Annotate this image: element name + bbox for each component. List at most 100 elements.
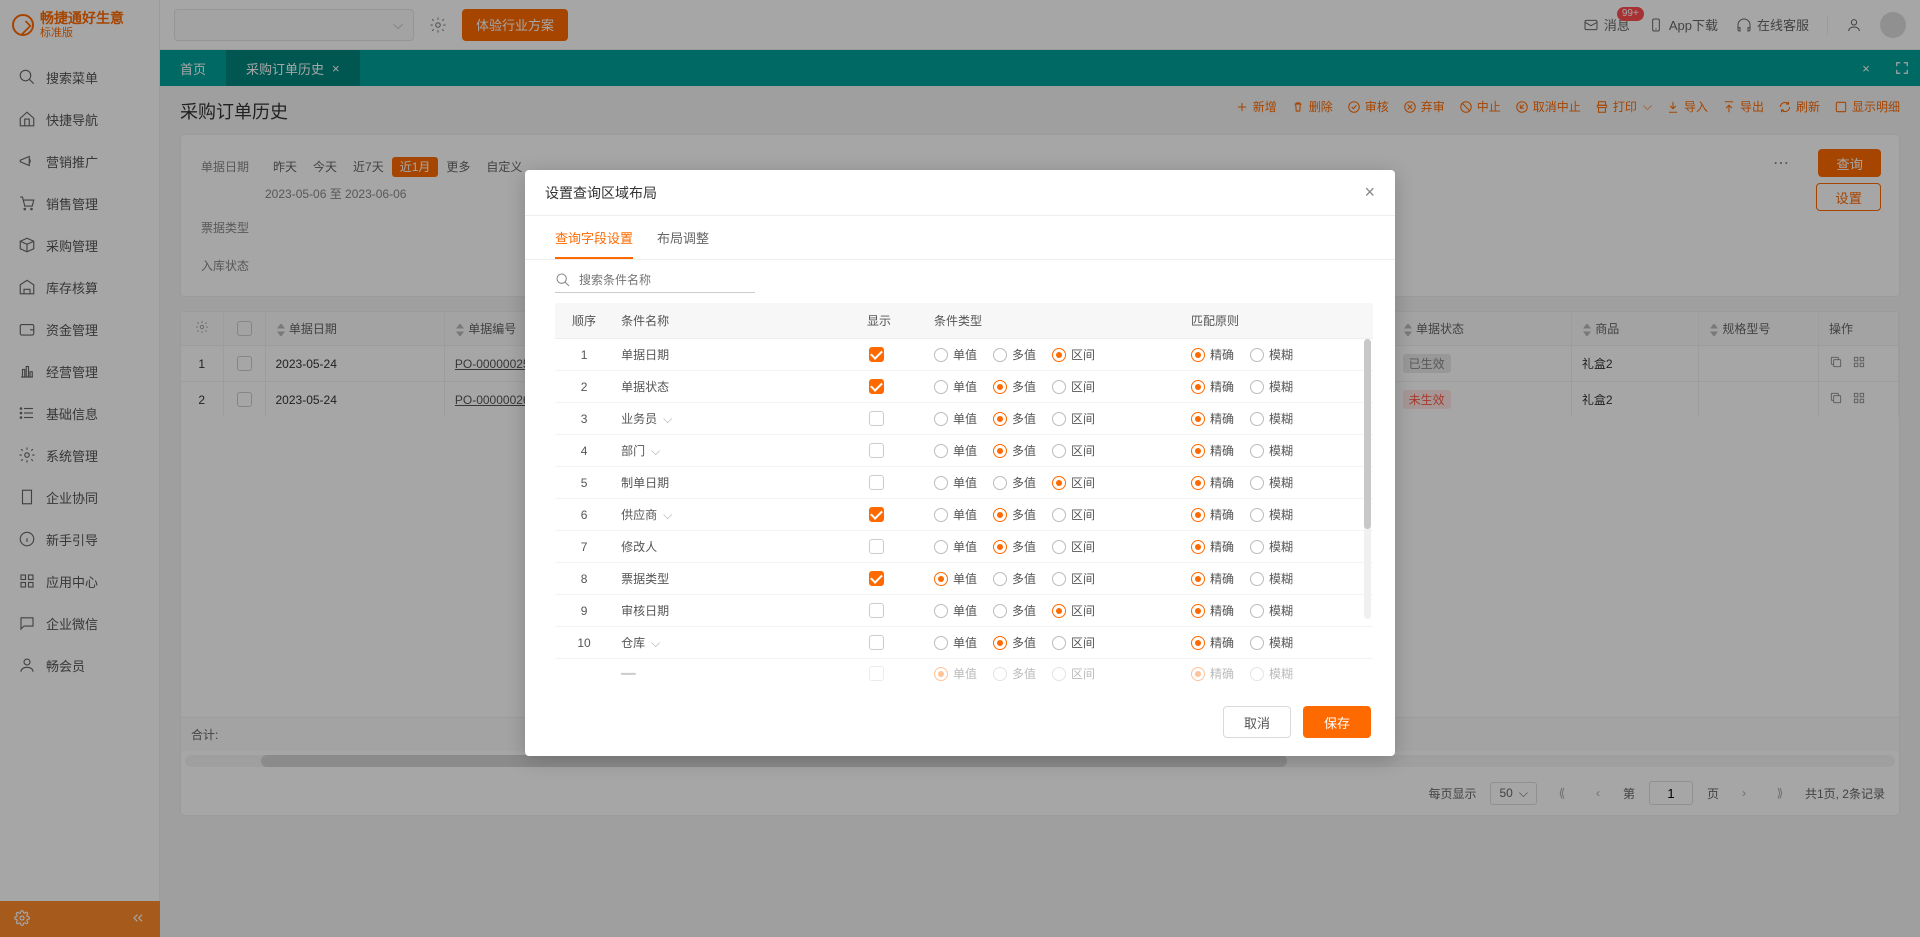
cell-show[interactable] <box>859 531 926 563</box>
radio-exact[interactable]: 精确 <box>1191 602 1234 619</box>
cell-name: 票据类型 <box>613 563 859 595</box>
field-row: 4 部门⌵ 单值多值区间 精确模糊 <box>555 435 1373 467</box>
radio-exact[interactable]: 精确 <box>1191 378 1234 395</box>
radio-fuzzy[interactable]: 模糊 <box>1250 602 1293 619</box>
cell-name: 单据状态 <box>613 371 859 403</box>
radio-fuzzy[interactable]: 模糊 <box>1250 506 1293 523</box>
radio-multi[interactable]: 多值 <box>993 634 1036 651</box>
radio-multi[interactable]: 多值 <box>993 538 1036 555</box>
cell-match: 精确模糊 <box>1183 435 1373 467</box>
radio-single[interactable]: 单值 <box>934 602 977 619</box>
cell-name: 修改人 <box>613 531 859 563</box>
cell-order: 7 <box>555 531 613 563</box>
radio-multi[interactable]: 多值 <box>993 346 1036 363</box>
radio-exact[interactable]: 精确 <box>1191 570 1234 587</box>
radio-range[interactable]: 区间 <box>1052 506 1095 523</box>
radio-single[interactable]: 单值 <box>934 442 977 459</box>
cell-name: 单据日期 <box>613 339 859 371</box>
radio-single[interactable]: 单值 <box>934 665 977 682</box>
radio-exact[interactable]: 精确 <box>1191 538 1234 555</box>
cell-match: 精确模糊 <box>1183 371 1373 403</box>
radio-range[interactable]: 区间 <box>1052 474 1095 491</box>
cell-name: 制单日期 <box>613 467 859 499</box>
radio-multi[interactable]: 多值 <box>993 665 1036 682</box>
radio-multi[interactable]: 多值 <box>993 410 1036 427</box>
radio-range[interactable]: 区间 <box>1052 410 1095 427</box>
radio-exact[interactable]: 精确 <box>1191 410 1234 427</box>
tab-layout-adjust[interactable]: 布局调整 <box>657 228 709 259</box>
cell-show[interactable] <box>859 499 926 531</box>
radio-exact[interactable]: 精确 <box>1191 442 1234 459</box>
radio-fuzzy[interactable]: 模糊 <box>1250 378 1293 395</box>
radio-multi[interactable]: 多值 <box>993 602 1036 619</box>
radio-single[interactable]: 单值 <box>934 474 977 491</box>
radio-range[interactable]: 区间 <box>1052 665 1095 682</box>
th-order: 顺序 <box>555 303 613 339</box>
field-row: 9 审核日期 单值多值区间 精确模糊 <box>555 595 1373 627</box>
field-row: 2 单据状态 单值多值区间 精确模糊 <box>555 371 1373 403</box>
cell-match: 精确模糊 <box>1183 531 1373 563</box>
radio-fuzzy[interactable]: 模糊 <box>1250 442 1293 459</box>
th-type: 条件类型 <box>926 303 1183 339</box>
radio-multi[interactable]: 多值 <box>993 442 1036 459</box>
cell-name: 仓库⌵ <box>613 627 859 659</box>
cell-show[interactable] <box>859 403 926 435</box>
cell-show[interactable] <box>859 627 926 659</box>
dialog-header: 设置查询区域布局 × <box>525 170 1395 216</box>
field-row-partial: ━━ 单值多值区间 精确模糊 <box>555 659 1373 683</box>
cell-name: 部门⌵ <box>613 435 859 467</box>
radio-fuzzy[interactable]: 模糊 <box>1250 474 1293 491</box>
radio-exact[interactable]: 精确 <box>1191 474 1234 491</box>
dialog-tabs: 查询字段设置 布局调整 <box>525 216 1395 260</box>
radio-single[interactable]: 单值 <box>934 346 977 363</box>
radio-single[interactable]: 单值 <box>934 378 977 395</box>
cell-show[interactable] <box>859 563 926 595</box>
cell-show[interactable] <box>859 339 926 371</box>
radio-multi[interactable]: 多值 <box>993 506 1036 523</box>
radio-range[interactable]: 区间 <box>1052 602 1095 619</box>
radio-multi[interactable]: 多值 <box>993 474 1036 491</box>
chevron-down-icon[interactable]: ⌵ <box>651 444 660 459</box>
cell-show[interactable] <box>859 371 926 403</box>
v-scrollbar[interactable] <box>1364 339 1371 619</box>
cell-match: 精确模糊 <box>1183 499 1373 531</box>
radio-multi[interactable]: 多值 <box>993 570 1036 587</box>
field-table: 顺序 条件名称 显示 条件类型 匹配原则 1 单据日期 单值多值区间 精确模糊 … <box>555 303 1373 682</box>
chevron-down-icon[interactable]: ⌵ <box>651 636 660 651</box>
radio-single[interactable]: 单值 <box>934 538 977 555</box>
radio-fuzzy[interactable]: 模糊 <box>1250 410 1293 427</box>
radio-range[interactable]: 区间 <box>1052 634 1095 651</box>
radio-range[interactable]: 区间 <box>1052 442 1095 459</box>
radio-exact[interactable]: 精确 <box>1191 506 1234 523</box>
radio-fuzzy[interactable]: 模糊 <box>1250 570 1293 587</box>
radio-single[interactable]: 单值 <box>934 570 977 587</box>
radio-range[interactable]: 区间 <box>1052 538 1095 555</box>
radio-range[interactable]: 区间 <box>1052 570 1095 587</box>
layout-settings-dialog: 设置查询区域布局 × 查询字段设置 布局调整 顺序 条件名称 显示 条件类型 匹… <box>525 170 1395 756</box>
radio-fuzzy[interactable]: 模糊 <box>1250 665 1293 682</box>
cell-show[interactable] <box>859 435 926 467</box>
radio-exact[interactable]: 精确 <box>1191 634 1234 651</box>
search-input[interactable] <box>579 273 755 287</box>
chevron-down-icon[interactable]: ⌵ <box>663 508 672 523</box>
close-icon[interactable]: × <box>1364 182 1375 203</box>
radio-fuzzy[interactable]: 模糊 <box>1250 538 1293 555</box>
radio-fuzzy[interactable]: 模糊 <box>1250 346 1293 363</box>
tab-field-settings[interactable]: 查询字段设置 <box>555 228 633 259</box>
radio-range[interactable]: 区间 <box>1052 346 1095 363</box>
radio-range[interactable]: 区间 <box>1052 378 1095 395</box>
radio-single[interactable]: 单值 <box>934 410 977 427</box>
cancel-button[interactable]: 取消 <box>1223 706 1291 738</box>
cell-order: 8 <box>555 563 613 595</box>
radio-fuzzy[interactable]: 模糊 <box>1250 634 1293 651</box>
chevron-down-icon[interactable]: ⌵ <box>663 412 672 427</box>
radio-single[interactable]: 单值 <box>934 506 977 523</box>
cell-order: 6 <box>555 499 613 531</box>
save-button[interactable]: 保存 <box>1303 706 1371 738</box>
radio-multi[interactable]: 多值 <box>993 378 1036 395</box>
radio-single[interactable]: 单值 <box>934 634 977 651</box>
radio-exact[interactable]: 精确 <box>1191 346 1234 363</box>
cell-show[interactable] <box>859 595 926 627</box>
radio-exact[interactable]: 精确 <box>1191 665 1234 682</box>
cell-show[interactable] <box>859 467 926 499</box>
